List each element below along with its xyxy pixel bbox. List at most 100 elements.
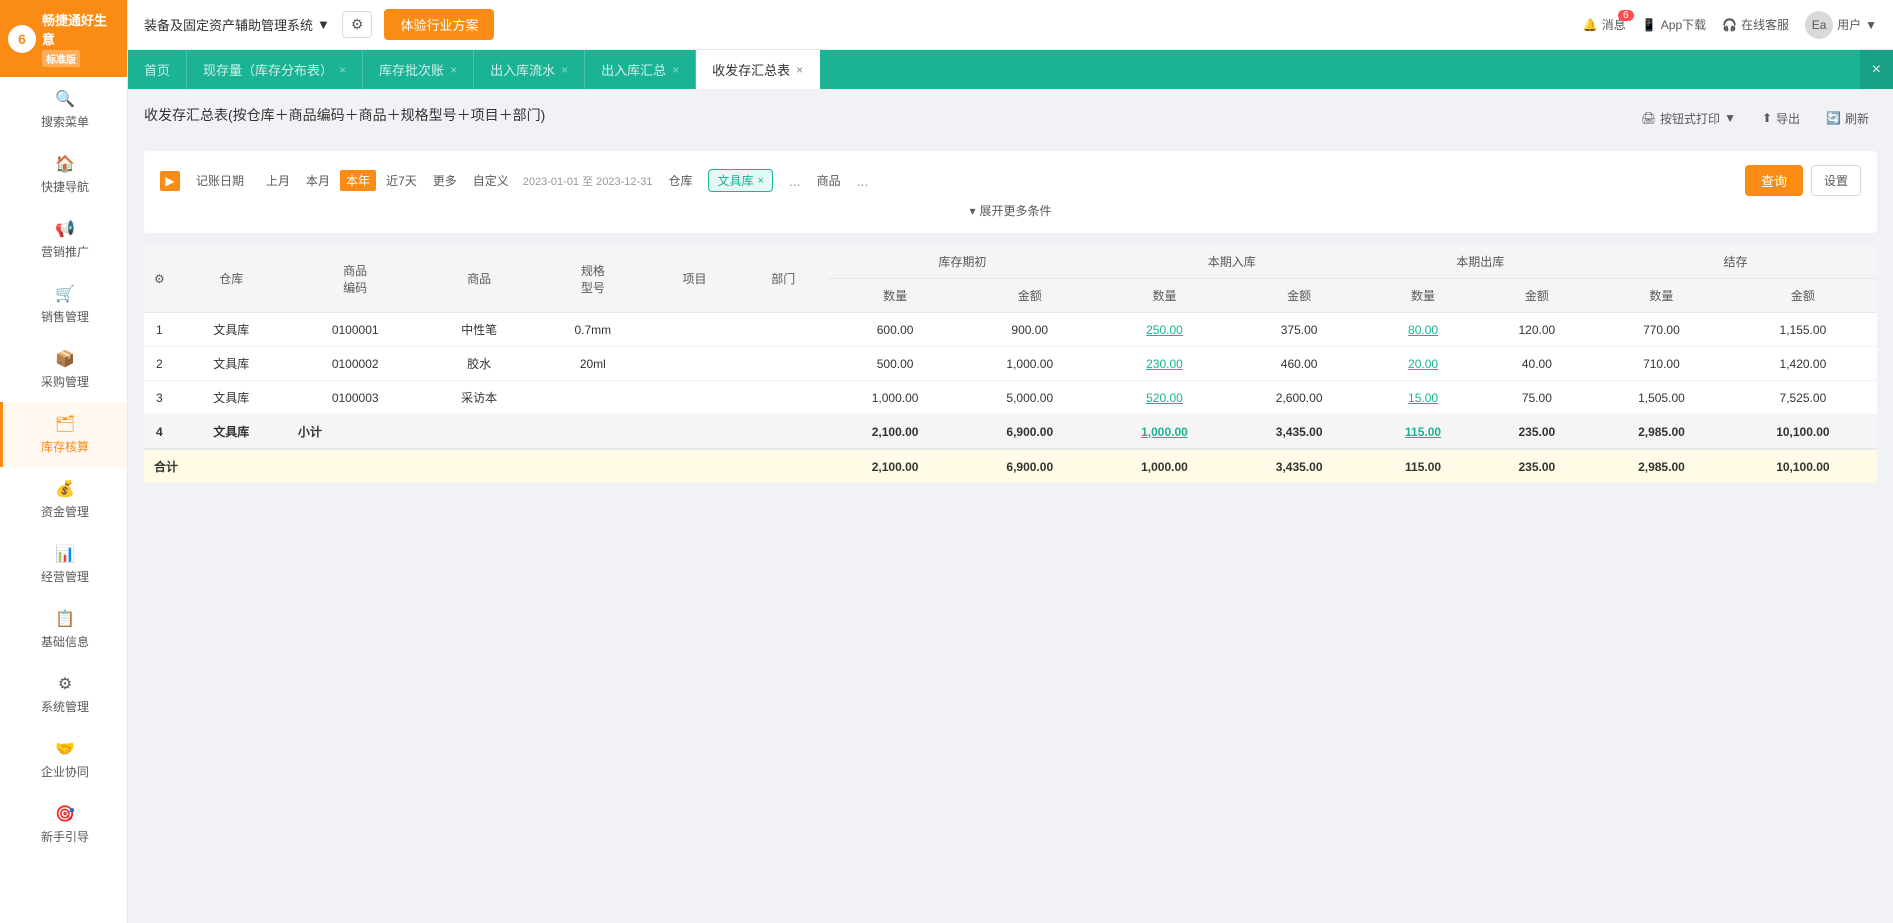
subtotal-row: 4 文具库 小计 2,100.00 6,900.00 1,000.00 3,43…: [144, 415, 1877, 450]
sidebar-item-quick[interactable]: 🏠快捷导航: [0, 142, 127, 207]
date-7days[interactable]: 近7天: [380, 170, 423, 191]
main-area: 装备及固定资产辅助管理系统 ▼ ⚙ 体验行业方案 🔔 消息 6 📱 App下载 …: [128, 0, 1893, 923]
th-project: 项目: [650, 245, 739, 313]
cell-close-qty: 770.00: [1594, 313, 1729, 347]
cell-in-qty[interactable]: 250.00: [1097, 313, 1232, 347]
settings-button[interactable]: 设置: [1811, 165, 1861, 196]
bell-icon: 🔔: [1583, 18, 1598, 32]
sidebar-label-finance: 资金管理: [41, 503, 89, 520]
st-in-amt: 3,435.00: [1232, 415, 1367, 450]
cell-out-qty[interactable]: 15.00: [1366, 381, 1479, 415]
tab-label-recv_summary: 收发存汇总表: [712, 60, 790, 79]
date-custom[interactable]: 自定义: [467, 170, 515, 191]
tab-recv_summary[interactable]: 收发存汇总表 ×: [696, 50, 820, 89]
cell-goods-name: 采访本: [423, 381, 536, 415]
cell-goods-spec: 20ml: [536, 347, 650, 381]
tab-close-stock_dist[interactable]: ×: [339, 63, 346, 77]
cell-in-qty[interactable]: 230.00: [1097, 347, 1232, 381]
messages-action[interactable]: 🔔 消息 6: [1583, 16, 1626, 33]
data-table: ⚙ 仓库 商品编码 商品 规格型号 项目 部门 库存期初 本期入库 本期出库 结…: [144, 245, 1877, 483]
tab-home[interactable]: 首页: [128, 50, 187, 89]
print-button[interactable]: 🖨 按钮式打印 ▼: [1633, 106, 1744, 131]
tab-batch[interactable]: 库存批次账 ×: [363, 50, 474, 89]
th-open-qty: 数量: [828, 279, 963, 313]
tabs-bar: 首页现存量（库存分布表）×库存批次账×出入库流水×出入库汇总×收发存汇总表××: [128, 50, 1893, 89]
filter-collapse-btn[interactable]: ▶: [160, 171, 180, 191]
expand-more-btn[interactable]: ▾ 展开更多条件: [160, 196, 1861, 219]
cell-project: [650, 381, 739, 415]
sidebar-item-sales[interactable]: 🛒销售管理: [0, 272, 127, 337]
table-row: 3 文具库 0100003 采访本 1,000.00 5,000.00 520.…: [144, 381, 1877, 415]
system-title[interactable]: 装备及固定资产辅助管理系统 ▼: [144, 15, 330, 34]
tab-close-recv_summary[interactable]: ×: [796, 63, 803, 77]
cell-out-qty[interactable]: 80.00: [1366, 313, 1479, 347]
close-all-tabs[interactable]: ×: [1860, 50, 1893, 89]
cell-out-qty[interactable]: 20.00: [1366, 347, 1479, 381]
th-out-group: 本期出库: [1366, 245, 1594, 279]
date-more[interactable]: 更多: [427, 170, 463, 191]
warehouse-tag-close[interactable]: ×: [757, 175, 763, 187]
cell-open-amt: 900.00: [962, 313, 1097, 347]
cell-close-amt: 1,420.00: [1729, 347, 1877, 381]
sidebar-item-finance[interactable]: 💰 资金管理: [0, 467, 127, 532]
tab-summary_io[interactable]: 出入库汇总×: [585, 50, 696, 89]
sidebar-icon-finance: 💰: [55, 479, 75, 499]
sidebar-label-marketing: 营销推广: [41, 243, 89, 260]
goods-more-btn[interactable]: ...: [857, 173, 869, 189]
table-row: 2 文具库 0100002 胶水 20ml 500.00 1,000.00 23…: [144, 347, 1877, 381]
sidebar-item-system[interactable]: ⚙ 系统管理: [0, 662, 127, 727]
warehouse-tag: 文具库 ×: [708, 169, 772, 192]
tab-stock_dist[interactable]: 现存量（库存分布表）×: [187, 50, 363, 89]
user-action[interactable]: Ea 用户 ▼: [1805, 11, 1877, 39]
st-out-amt: 235.00: [1480, 415, 1594, 450]
sidebar-item-search[interactable]: 🔍搜索菜单: [0, 77, 127, 142]
sidebar-icon-corp: 🤝: [55, 739, 75, 759]
date-last-month[interactable]: 上月: [260, 170, 296, 191]
sidebar-item-operation[interactable]: 📊经营管理: [0, 532, 127, 597]
sidebar-item-marketing[interactable]: 📢 营销推广: [0, 207, 127, 272]
sidebar-icon-marketing: 📢: [55, 219, 75, 239]
th-opening-group: 库存期初: [828, 245, 1097, 279]
th-settings[interactable]: ⚙: [144, 245, 175, 313]
gear-button[interactable]: ⚙: [342, 11, 373, 38]
sidebar-item-basic[interactable]: 📋基础信息: [0, 597, 127, 662]
content-area: 收发存汇总表(按仓库＋商品编码＋商品＋规格型号＋项目＋部门) 🖨 按钮式打印 ▼…: [128, 89, 1893, 923]
tab-close-batch[interactable]: ×: [450, 63, 457, 77]
export-button[interactable]: ⬆ 导出: [1754, 106, 1808, 131]
th-goods-name: 商品: [423, 245, 536, 313]
chevron-down-icon: ▾: [969, 204, 975, 218]
online-service-action[interactable]: 🎧 在线客服: [1722, 16, 1789, 33]
footer-out-amt: 235.00: [1480, 449, 1594, 483]
table-row: 1 文具库 0100001 中性笔 0.7mm 600.00 900.00 25…: [144, 313, 1877, 347]
cell-goods-name: 胶水: [423, 347, 536, 381]
sidebar-icon-system: ⚙: [58, 674, 72, 694]
tab-label-batch: 库存批次账: [379, 60, 444, 79]
cell-close-qty: 710.00: [1594, 347, 1729, 381]
cell-in-amt: 375.00: [1232, 313, 1367, 347]
sidebar-label-basic: 基础信息: [41, 633, 89, 650]
data-table-wrap: ⚙ 仓库 商品编码 商品 规格型号 项目 部门 库存期初 本期入库 本期出库 结…: [144, 245, 1877, 483]
sidebar-label-system: 系统管理: [41, 698, 89, 715]
tab-flow[interactable]: 出入库流水×: [474, 50, 585, 89]
sidebar-item-corp[interactable]: 🤝企业协同: [0, 727, 127, 792]
footer-in-amt: 3,435.00: [1232, 449, 1367, 483]
sidebar-item-purchase[interactable]: 📦采购管理: [0, 337, 127, 402]
query-button[interactable]: 查询: [1745, 165, 1803, 196]
cell-in-qty[interactable]: 520.00: [1097, 381, 1232, 415]
date-this-year[interactable]: 本年: [340, 170, 376, 191]
refresh-button[interactable]: 🔄 刷新: [1818, 106, 1877, 131]
experience-button[interactable]: 体验行业方案: [384, 9, 494, 40]
cell-dept: [739, 381, 828, 415]
tab-close-flow[interactable]: ×: [561, 63, 568, 77]
top-header: 装备及固定资产辅助管理系统 ▼ ⚙ 体验行业方案 🔔 消息 6 📱 App下载 …: [128, 0, 1893, 50]
th-goods-code: 商品编码: [288, 245, 423, 313]
cell-project: [650, 347, 739, 381]
tab-close-summary_io[interactable]: ×: [672, 63, 679, 77]
print-icon: 🖨: [1641, 111, 1656, 125]
date-this-month[interactable]: 本月: [300, 170, 336, 191]
sidebar-item-newbie[interactable]: 🎯新手引导: [0, 792, 127, 857]
cell-project: [650, 313, 739, 347]
warehouse-more-btn[interactable]: ...: [789, 173, 801, 189]
sidebar-item-inventory[interactable]: 🗂库存核算: [0, 402, 127, 467]
app-download-action[interactable]: 📱 App下载: [1642, 16, 1706, 33]
